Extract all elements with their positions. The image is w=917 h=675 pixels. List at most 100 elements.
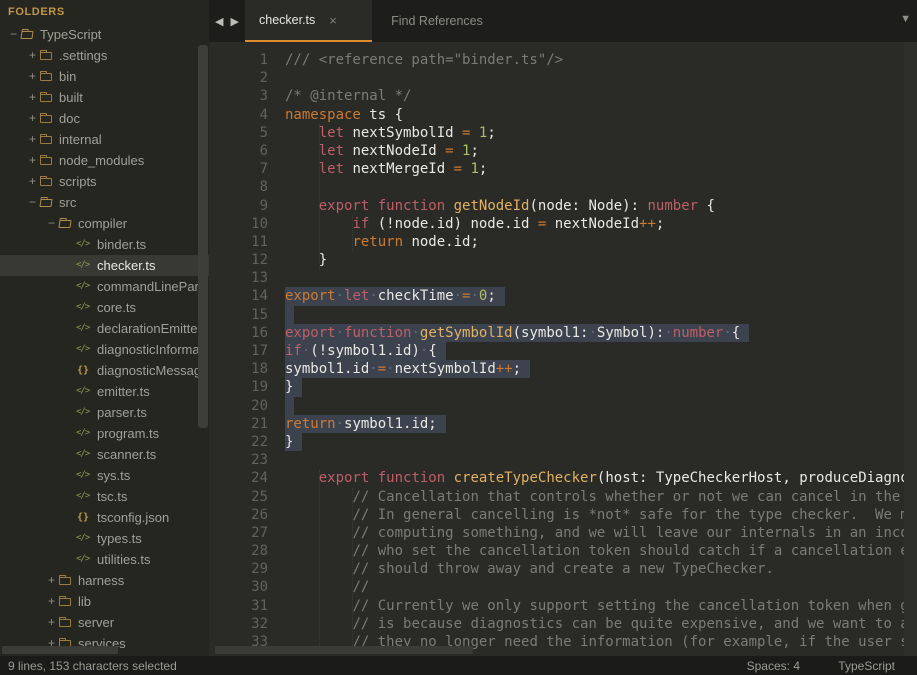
tree-expander-icon[interactable]: + <box>26 129 39 150</box>
sidebar-item-emitter-ts[interactable]: </>emitter.ts <box>0 381 209 402</box>
tree-expander-icon[interactable]: + <box>26 45 39 66</box>
code-line[interactable]: 1/// <reference path="binder.ts"/> <box>209 51 917 69</box>
code-token: { <box>428 343 436 359</box>
sidebar-item-built[interactable]: +built <box>0 87 209 108</box>
tab-scroll-left-icon[interactable]: ◀ <box>215 15 223 28</box>
code-line[interactable]: 5 let nextSymbolId = 1; <box>209 124 917 142</box>
sidebar-item-utilities-ts[interactable]: </>utilities.ts <box>0 549 209 570</box>
code-line[interactable]: 27 // computing something, and we will l… <box>209 524 917 542</box>
code-line[interactable]: 11 return node.id; <box>209 233 917 251</box>
code-line[interactable]: 7 let nextMergeId = 1; <box>209 160 917 178</box>
code-line[interactable]: 26 // In general cancelling is *not* saf… <box>209 506 917 524</box>
syntax-setting[interactable]: TypeScript <box>838 656 895 675</box>
sidebar-item-internal[interactable]: +internal <box>0 129 209 150</box>
folder-icon <box>39 171 54 192</box>
sidebar-item-label: core.ts <box>97 300 136 315</box>
code-line[interactable]: 29 // should throw away and create a new… <box>209 560 917 578</box>
sidebar-item-tsconfig-json[interactable]: {}tsconfig.json <box>0 507 209 528</box>
sidebar-item-diagnosticinforma[interactable]: </>diagnosticInforma <box>0 339 209 360</box>
sidebar-item-tsc-ts[interactable]: </>tsc.ts <box>0 486 209 507</box>
sidebar-item-doc[interactable]: +doc <box>0 108 209 129</box>
tab-overflow-icon[interactable]: ▼ <box>900 0 911 38</box>
tree-expander-icon[interactable]: + <box>26 150 39 171</box>
code-line[interactable]: 13 <box>209 269 917 287</box>
code-line[interactable]: 25 // Cancellation that controls whether… <box>209 488 917 506</box>
code-line[interactable]: 16export·function·getSymbolId(symbol1:·S… <box>209 324 917 342</box>
sidebar-item-commandlinepar[interactable]: </>commandLinePar <box>0 276 209 297</box>
code-line[interactable]: 31 // Currently we only support setting … <box>209 597 917 615</box>
indentation-setting[interactable]: Spaces: 4 <box>747 656 800 675</box>
sidebar-item-bin[interactable]: +bin <box>0 66 209 87</box>
code-line[interactable]: 4namespace ts { <box>209 106 917 124</box>
sidebar-item-scanner-ts[interactable]: </>scanner.ts <box>0 444 209 465</box>
code-line[interactable]: 28 // who set the cancellation token sho… <box>209 542 917 560</box>
sidebar-item-diagnosticmessag[interactable]: {}diagnosticMessag <box>0 360 209 381</box>
sidebar-item-program-ts[interactable]: </>program.ts <box>0 423 209 444</box>
tree-expander-icon[interactable]: + <box>26 87 39 108</box>
code-line[interactable]: 9 export function getNodeId(node: Node):… <box>209 197 917 215</box>
code-line[interactable]: 10 if (!node.id) node.id = nextNodeId++; <box>209 215 917 233</box>
close-icon[interactable]: × <box>329 13 337 28</box>
tree-expander-icon[interactable]: − <box>26 192 39 213</box>
sidebar-item-typescript[interactable]: −TypeScript <box>0 24 209 45</box>
tree-expander-icon[interactable]: + <box>26 66 39 87</box>
sidebar-item-sys-ts[interactable]: </>sys.ts <box>0 465 209 486</box>
editor[interactable]: 1/// <reference path="binder.ts"/>23/* @… <box>209 42 917 656</box>
tree-expander-icon[interactable]: − <box>7 24 20 45</box>
tree-expander-icon[interactable]: + <box>45 570 58 591</box>
code-line[interactable]: 8 <box>209 178 917 196</box>
sidebar-horizontal-scrollbar[interactable] <box>2 646 118 654</box>
code-line[interactable]: 24 export function createTypeChecker(hos… <box>209 469 917 487</box>
code-line[interactable]: 32 // is because diagnostics can be quit… <box>209 615 917 633</box>
code-line[interactable]: 23 <box>209 451 917 469</box>
tab-checker-ts[interactable]: checker.ts × <box>245 0 372 42</box>
code-line[interactable]: 3/* @internal */ <box>209 87 917 105</box>
code-line[interactable]: 12 } <box>209 251 917 269</box>
code-line[interactable]: 20 <box>209 397 917 415</box>
code-token: // should throw away and create a new Ty… <box>352 561 773 577</box>
sidebar-item-src[interactable]: −src <box>0 192 209 213</box>
line-number: 20 <box>209 397 268 415</box>
sidebar-item-label: types.ts <box>97 531 142 546</box>
code-line[interactable]: 6 let nextNodeId = 1; <box>209 142 917 160</box>
tree-expander-icon[interactable]: + <box>45 591 58 612</box>
typescript-file-icon: </> <box>77 465 92 486</box>
folders-heading: FOLDERS <box>8 6 65 18</box>
sidebar-item-scripts[interactable]: +scripts <box>0 171 209 192</box>
sidebar-item-parser-ts[interactable]: </>parser.ts <box>0 402 209 423</box>
tree-expander-icon[interactable]: + <box>45 612 58 633</box>
code-token: nextNodeId <box>546 216 639 232</box>
sidebar-vertical-scrollbar[interactable] <box>198 45 208 428</box>
tree-expander-icon[interactable]: + <box>26 171 39 192</box>
selection-highlight: } <box>285 433 302 451</box>
tab-scroll-right-icon[interactable]: ▶ <box>230 15 238 28</box>
sidebar-item-checker-ts[interactable]: </>checker.ts <box>0 255 209 276</box>
editor-vertical-scrollbar[interactable] <box>904 42 917 656</box>
code-line[interactable]: 21return·symbol1.id; <box>209 415 917 433</box>
sidebar-item-node-modules[interactable]: +node_modules <box>0 150 209 171</box>
code-line[interactable]: 22} <box>209 433 917 451</box>
code-line[interactable]: 2 <box>209 69 917 87</box>
sidebar-item-binder-ts[interactable]: </>binder.ts <box>0 234 209 255</box>
tree-expander-icon[interactable]: − <box>45 213 58 234</box>
code-line[interactable]: 19} <box>209 378 917 396</box>
sidebar-item-types-ts[interactable]: </>types.ts <box>0 528 209 549</box>
sidebar-item-core-ts[interactable]: </>core.ts <box>0 297 209 318</box>
code-line[interactable]: 15 <box>209 306 917 324</box>
sidebar-item--settings[interactable]: +.settings <box>0 45 209 66</box>
tree-expander-icon[interactable]: + <box>26 108 39 129</box>
sidebar-item-harness[interactable]: +harness <box>0 570 209 591</box>
editor-horizontal-scrollbar[interactable] <box>215 646 473 654</box>
sidebar-item-declarationemitte[interactable]: </>declarationEmitte <box>0 318 209 339</box>
sidebar-item-server[interactable]: +server <box>0 612 209 633</box>
sidebar-item-compiler[interactable]: −compiler <box>0 213 209 234</box>
code-token <box>369 198 377 214</box>
code-token: · <box>454 288 462 304</box>
sidebar-item-lib[interactable]: +lib <box>0 591 209 612</box>
code-line[interactable]: 30 // <box>209 578 917 596</box>
code-token: (host: TypeCheckerHost, produceDiagnos <box>597 470 917 486</box>
code-line[interactable]: 17if·(!symbol1.id)·{ <box>209 342 917 360</box>
code-line[interactable]: 14export·let·checkTime·=·0; <box>209 287 917 305</box>
tab-find-references[interactable]: Find References <box>372 0 502 42</box>
code-line[interactable]: 18symbol1.id·=·nextSymbolId++; <box>209 360 917 378</box>
